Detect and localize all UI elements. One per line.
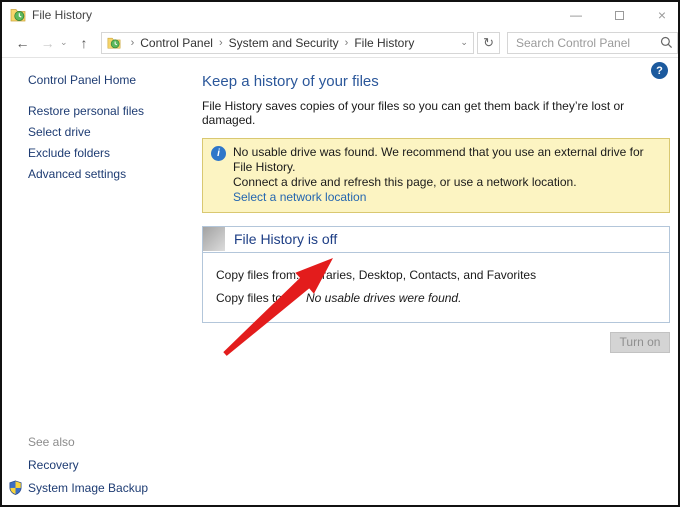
file-history-icon-small — [107, 37, 120, 49]
navigation-bar: ← → ⌄ ↑ › Control Panel › System and Sec… — [2, 28, 678, 57]
copy-files-to-row: Copy files to: No usable drives were fou… — [216, 291, 669, 305]
search-input[interactable] — [508, 35, 655, 50]
copy-to-value: No usable drives were found. — [306, 291, 462, 305]
main-content: ? Keep a history of your files File Hist… — [202, 58, 670, 505]
system-image-backup-label: System Image Backup — [28, 480, 149, 495]
uac-shield-icon — [9, 480, 22, 495]
turn-on-button[interactable]: Turn on — [610, 332, 670, 353]
forward-button[interactable]: → — [39, 35, 56, 51]
window-title: File History — [32, 8, 93, 22]
sidebar-item-restore-personal-files[interactable]: Restore personal files — [28, 105, 194, 117]
breadcrumb-separator: › — [130, 36, 135, 49]
banner-line2: Connect a drive and refresh this page, o… — [233, 175, 577, 189]
banner-line1: No usable drive was found. We recommend … — [233, 145, 644, 174]
up-button[interactable]: ↑ — [76, 35, 93, 51]
breadcrumb-separator: › — [218, 36, 223, 49]
back-button[interactable]: ← — [14, 35, 31, 51]
sidebar: Control Panel Home Restore personal file… — [2, 58, 194, 505]
info-icon: i — [211, 146, 226, 161]
file-history-status-box: File History is off Copy files from: Lib… — [202, 226, 670, 323]
warning-banner: i No usable drive was found. We recommen… — [202, 138, 670, 213]
file-history-icon — [10, 9, 26, 22]
copy-from-label: Copy files from: — [216, 268, 300, 282]
search-box — [507, 31, 678, 54]
breadcrumb-system-and-security[interactable]: System and Security — [229, 36, 339, 50]
select-network-location-link[interactable]: Select a network location — [233, 190, 660, 205]
breadcrumb-file-history[interactable]: File History — [354, 36, 414, 50]
copy-files-from-row: Copy files from: Libraries, Desktop, Con… — [216, 268, 669, 282]
copy-to-label: Copy files to: — [216, 291, 286, 305]
close-button[interactable]: × — [654, 7, 670, 23]
help-icon[interactable]: ? — [651, 62, 668, 79]
copy-from-value: Libraries, Desktop, Contacts, and Favori… — [306, 268, 537, 282]
maximize-button[interactable] — [611, 7, 627, 23]
title-bar: File History — × — [2, 2, 678, 28]
sidebar-item-advanced-settings[interactable]: Advanced settings — [28, 168, 194, 180]
sidebar-item-control-panel-home[interactable]: Control Panel Home — [28, 73, 194, 87]
page-description: File History saves copies of your files … — [202, 99, 625, 127]
page-title: Keep a history of your files — [202, 73, 379, 90]
refresh-button[interactable]: ↻ — [477, 31, 500, 54]
address-bar[interactable]: › Control Panel › System and Security › … — [100, 31, 475, 54]
file-history-window: File History — × ← → ⌄ ↑ › Control Panel… — [0, 0, 680, 507]
sidebar-item-system-image-backup[interactable]: System Image Backup — [8, 480, 194, 495]
address-dropdown-icon[interactable]: ⌄ — [455, 37, 473, 48]
sidebar-item-recovery[interactable]: Recovery — [28, 458, 194, 472]
minimize-button[interactable]: — — [568, 7, 584, 23]
see-also-header: See also — [28, 435, 75, 449]
history-dropdown-button[interactable]: ⌄ — [58, 37, 69, 48]
sidebar-item-select-drive[interactable]: Select drive — [28, 126, 194, 138]
status-header: File History is off — [203, 227, 669, 253]
maximize-icon — [614, 10, 624, 20]
sidebar-item-exclude-folders[interactable]: Exclude folders — [28, 147, 194, 159]
drive-placeholder-icon — [203, 227, 225, 251]
breadcrumb-separator: › — [344, 36, 349, 49]
breadcrumb-control-panel[interactable]: Control Panel — [140, 36, 213, 50]
search-icon[interactable] — [655, 33, 677, 53]
